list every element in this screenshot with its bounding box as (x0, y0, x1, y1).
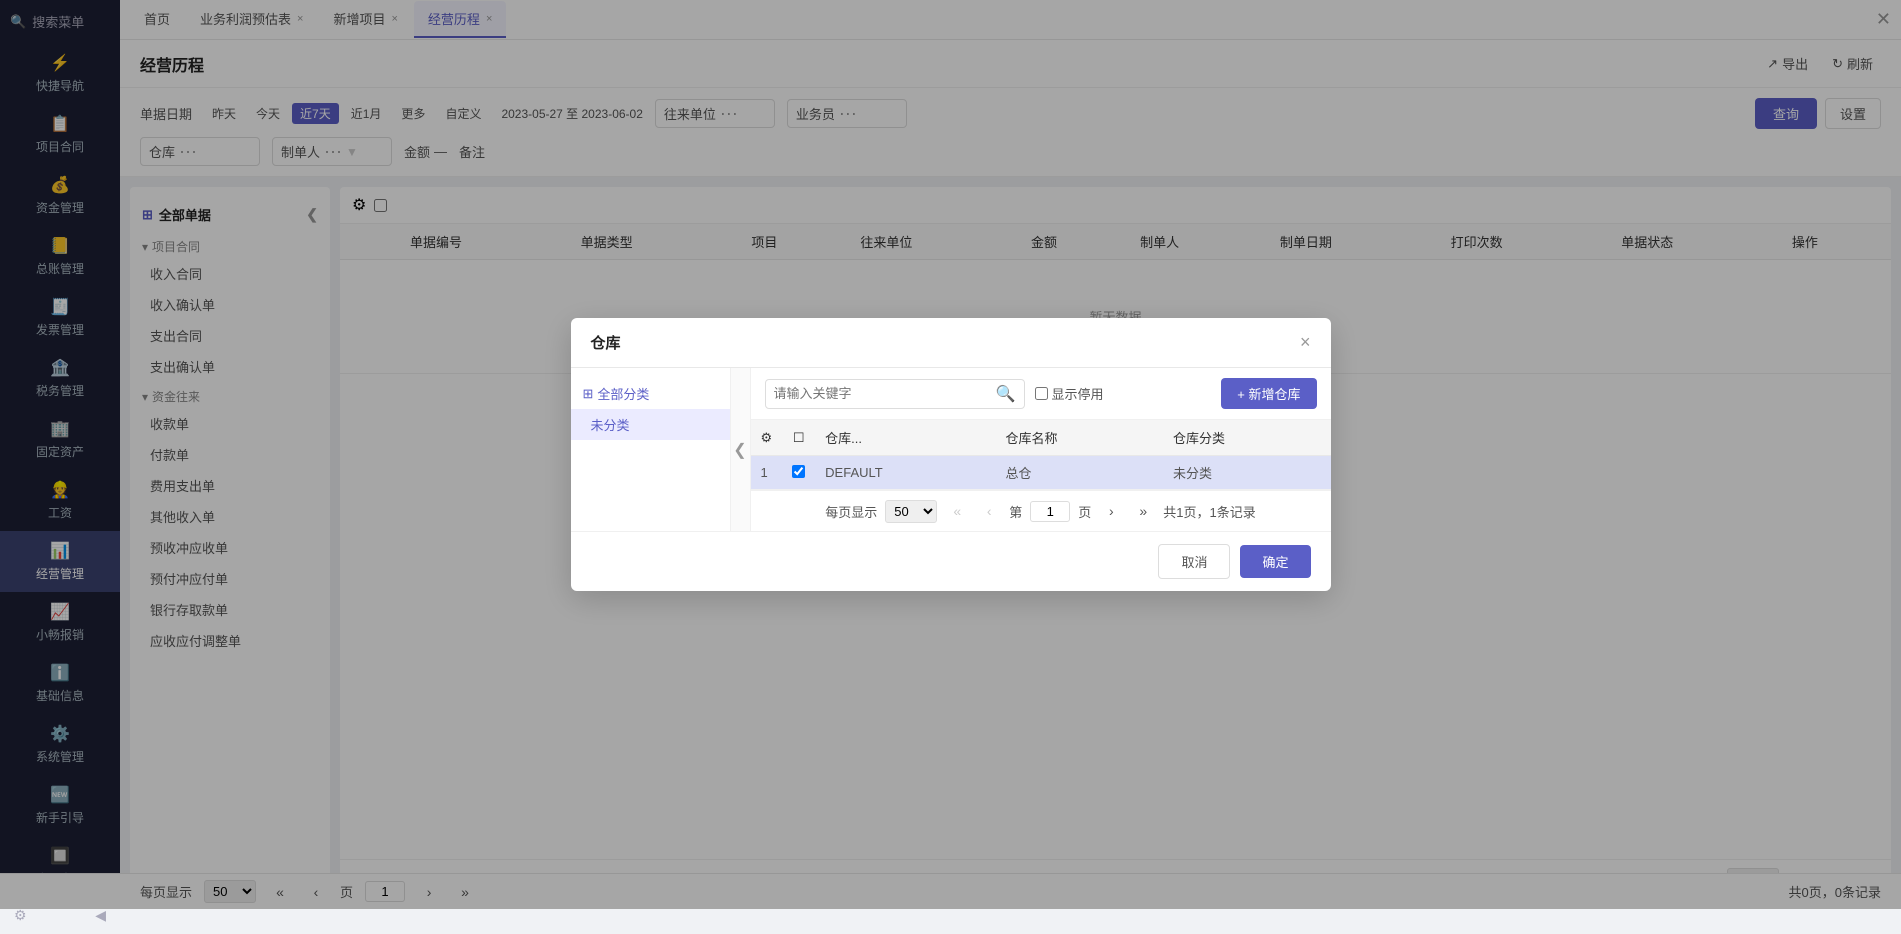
modal-tree-all[interactable]: ⊞ 全部分类 (571, 378, 730, 409)
col-warehouse-checkbox: ☐ (782, 420, 815, 456)
modal-header: 仓库 × (571, 318, 1331, 368)
confirm-button[interactable]: 确定 (1240, 545, 1310, 578)
show-disabled-label: 显示停用 (1035, 384, 1104, 403)
modal-table-footer: 每页显示 50 100 « ‹ 第 页 › » 共1页，1条记录 (751, 490, 1331, 531)
page-suffix: 页 (1078, 502, 1091, 521)
row-checkbox[interactable] (792, 465, 805, 478)
col-warehouse-settings: ⚙ (751, 420, 783, 456)
modal-tree-collapse[interactable]: ❮ (731, 368, 751, 531)
cell-warehouse-code: DEFAULT (815, 456, 995, 490)
modal-search-input[interactable] (774, 386, 990, 401)
modal-per-page-select[interactable]: 50 100 (885, 500, 937, 523)
search-icon-modal: 🔍 (996, 384, 1016, 404)
modal-search-box: 🔍 (765, 379, 1025, 409)
cell-row-checkbox[interactable] (782, 456, 815, 490)
prev-page-btn[interactable]: ‹ (977, 499, 1001, 523)
warehouse-table-row[interactable]: 1 DEFAULT 总仓 未分类 (751, 456, 1331, 490)
page-label: 第 (1009, 502, 1022, 521)
cancel-button[interactable]: 取消 (1158, 544, 1230, 579)
add-warehouse-button[interactable]: + 新增仓库 (1221, 378, 1316, 409)
show-disabled-checkbox[interactable] (1035, 387, 1048, 400)
page-input[interactable] (1030, 501, 1070, 522)
first-page-btn[interactable]: « (945, 499, 969, 523)
modal-tree-item-unclassified[interactable]: 未分类 (571, 409, 730, 440)
chevron-left-icon: ❮ (733, 440, 746, 460)
modal-overlay[interactable]: 仓库 × ⊞ 全部分类 未分类 ❮ (0, 0, 1901, 909)
modal-title: 仓库 (591, 332, 621, 353)
modal-content: 🔍 显示停用 + 新增仓库 ⚙ ☐ (751, 368, 1331, 531)
last-page-btn[interactable]: » (1131, 499, 1155, 523)
warehouse-table: ⚙ ☐ 仓库... 仓库名称 仓库分类 1 (751, 420, 1331, 490)
settings-icon[interactable]: ⚙ (14, 907, 27, 924)
warehouse-modal: 仓库 × ⊞ 全部分类 未分类 ❮ (571, 318, 1331, 591)
col-warehouse-name: 仓库名称 (996, 420, 1163, 456)
modal-per-page-label: 每页显示 (825, 502, 877, 521)
modal-close-button[interactable]: × (1300, 332, 1311, 353)
cell-row-index: 1 (751, 456, 783, 490)
collapse-icon[interactable]: ◀ (95, 907, 106, 924)
modal-table: ⚙ ☐ 仓库... 仓库名称 仓库分类 1 (751, 420, 1331, 490)
modal-tree-all-label: 全部分类 (597, 384, 649, 403)
modal-body: ⊞ 全部分类 未分类 ❮ 🔍 显示停用 (571, 368, 1331, 531)
cell-warehouse-category: 未分类 (1163, 456, 1331, 490)
next-page-btn[interactable]: › (1099, 499, 1123, 523)
modal-footer: 取消 确定 (571, 531, 1331, 591)
modal-total-info: 共1页，1条记录 (1163, 502, 1255, 521)
cell-warehouse-name: 总仓 (996, 456, 1163, 490)
col-warehouse-category: 仓库分类 (1163, 420, 1331, 456)
modal-toolbar: 🔍 显示停用 + 新增仓库 (751, 368, 1331, 420)
col-warehouse-code: 仓库... (815, 420, 995, 456)
grid-icon-modal: ⊞ (583, 386, 594, 402)
modal-tree: ⊞ 全部分类 未分类 (571, 368, 731, 531)
